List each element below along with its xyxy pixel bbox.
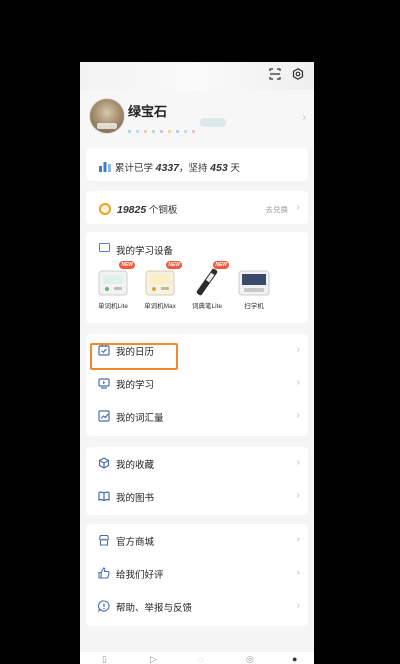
device-name: 单词机Lite bbox=[98, 303, 128, 310]
menu-item-label: 帮助、举报与反馈 bbox=[116, 603, 193, 614]
level-badge bbox=[200, 118, 226, 127]
app-screen: 绿宝石 › 累计已学 4337，坚持 453 天 19825 个铜板 去兑换 ›… bbox=[80, 62, 314, 664]
menu-item-label: 我的词汇量 bbox=[116, 413, 164, 424]
profile-header[interactable]: 绿宝石 › bbox=[80, 90, 314, 148]
menu-item-help[interactable]: 帮助、举报与反馈 › bbox=[86, 590, 308, 623]
dictionary-pen-image: NEW bbox=[191, 261, 229, 297]
chevron-right-icon: › bbox=[296, 377, 300, 388]
menu-item-label: 我的收藏 bbox=[116, 460, 155, 471]
tab-target-icon[interactable]: ◎ bbox=[246, 654, 254, 664]
new-badge: NEW bbox=[166, 261, 182, 269]
thumbs-up-icon bbox=[98, 567, 110, 579]
coins-card[interactable]: 19825 个铜板 去兑换 › bbox=[86, 191, 308, 224]
scanner-image bbox=[238, 267, 270, 297]
devices-card: 我的学习设备 NEW 单词机Lite NEW 单词机Max NEW 词典笔Lit… bbox=[86, 232, 308, 323]
help-icon bbox=[97, 600, 110, 613]
tab-video-icon[interactable]: ▷ bbox=[150, 654, 157, 664]
streak-days: 453 bbox=[210, 162, 228, 174]
chart-icon bbox=[98, 410, 110, 422]
redeem-link[interactable]: 去兑换 bbox=[266, 204, 289, 215]
new-badge: NEW bbox=[213, 261, 229, 269]
chevron-right-icon: › bbox=[296, 567, 300, 578]
chevron-right-icon: › bbox=[296, 202, 300, 213]
menu-item-label: 官方商城 bbox=[116, 537, 155, 548]
top-bar bbox=[80, 62, 314, 90]
device-item[interactable]: NEW 单词机Lite bbox=[94, 261, 135, 310]
chevron-right-icon: › bbox=[296, 490, 300, 501]
chevron-right-icon: › bbox=[296, 457, 300, 468]
scan-icon[interactable] bbox=[268, 68, 282, 82]
device-name: 单词机Max bbox=[144, 303, 176, 310]
username: 绿宝石 bbox=[128, 104, 168, 119]
device-item[interactable]: 扫学机 bbox=[235, 267, 273, 310]
avatar[interactable] bbox=[89, 98, 125, 134]
menu-item-label: 我的图书 bbox=[116, 493, 155, 504]
tab-discover-icon[interactable]: ◌ bbox=[198, 654, 203, 664]
new-badge: NEW bbox=[119, 261, 135, 269]
video-icon bbox=[98, 377, 110, 389]
device-name: 扫学机 bbox=[244, 303, 264, 310]
menu-item-store[interactable]: 官方商城 › bbox=[86, 524, 308, 557]
tab-profile-icon[interactable]: ● bbox=[292, 654, 297, 664]
bottom-navigation: ▯ ▷ ◌ ◎ ● bbox=[80, 652, 314, 664]
tab-home-icon[interactable]: ▯ bbox=[102, 654, 107, 664]
learned-count: 4337 bbox=[155, 162, 180, 174]
menu-item-vocabulary[interactable]: 我的词汇量 › bbox=[86, 400, 308, 433]
menu-group-3: 官方商城 › 给我们好评 › 帮助、举报与反馈 › bbox=[86, 524, 308, 626]
chevron-right-icon: › bbox=[296, 344, 300, 355]
cube-icon bbox=[98, 457, 110, 469]
chevron-right-icon: › bbox=[296, 534, 300, 545]
coin-icon bbox=[99, 203, 111, 215]
coin-count: 19825 bbox=[117, 204, 147, 216]
coin-balance: 19825 个铜板 bbox=[117, 204, 178, 216]
menu-item-label: 我的学习 bbox=[116, 380, 155, 391]
menu-item-my-study[interactable]: 我的学习 › bbox=[86, 367, 308, 400]
stats-card[interactable]: 累计已学 4337，坚持 453 天 bbox=[86, 148, 308, 181]
study-stats: 累计已学 4337，坚持 453 天 bbox=[115, 162, 240, 174]
device-name: 词典笔Lite bbox=[192, 303, 222, 310]
bar-chart-icon bbox=[99, 159, 111, 172]
menu-item-books[interactable]: 我的图书 › bbox=[86, 480, 308, 513]
device-item[interactable]: NEW 词典笔Lite bbox=[188, 261, 229, 310]
menu-item-rate-us[interactable]: 给我们好评 › bbox=[86, 557, 308, 590]
menu-group-2: 我的收藏 › 我的图书 › bbox=[86, 447, 308, 515]
chevron-right-icon: › bbox=[296, 600, 300, 611]
highlight-box bbox=[90, 343, 178, 370]
settings-icon[interactable] bbox=[291, 68, 305, 82]
menu-item-favorites[interactable]: 我的收藏 › bbox=[86, 447, 308, 480]
word-machine-max-image: NEW bbox=[144, 261, 182, 297]
store-icon bbox=[98, 534, 110, 546]
word-machine-lite-image: NEW bbox=[97, 261, 135, 297]
devices-title: 我的学习设备 bbox=[116, 246, 174, 257]
menu-item-label: 给我们好评 bbox=[116, 570, 164, 581]
device-item[interactable]: NEW 单词机Max bbox=[141, 261, 182, 310]
chevron-right-icon: › bbox=[296, 410, 300, 421]
chevron-right-icon: › bbox=[302, 112, 306, 123]
monitor-icon bbox=[99, 243, 110, 252]
book-icon bbox=[98, 490, 110, 502]
